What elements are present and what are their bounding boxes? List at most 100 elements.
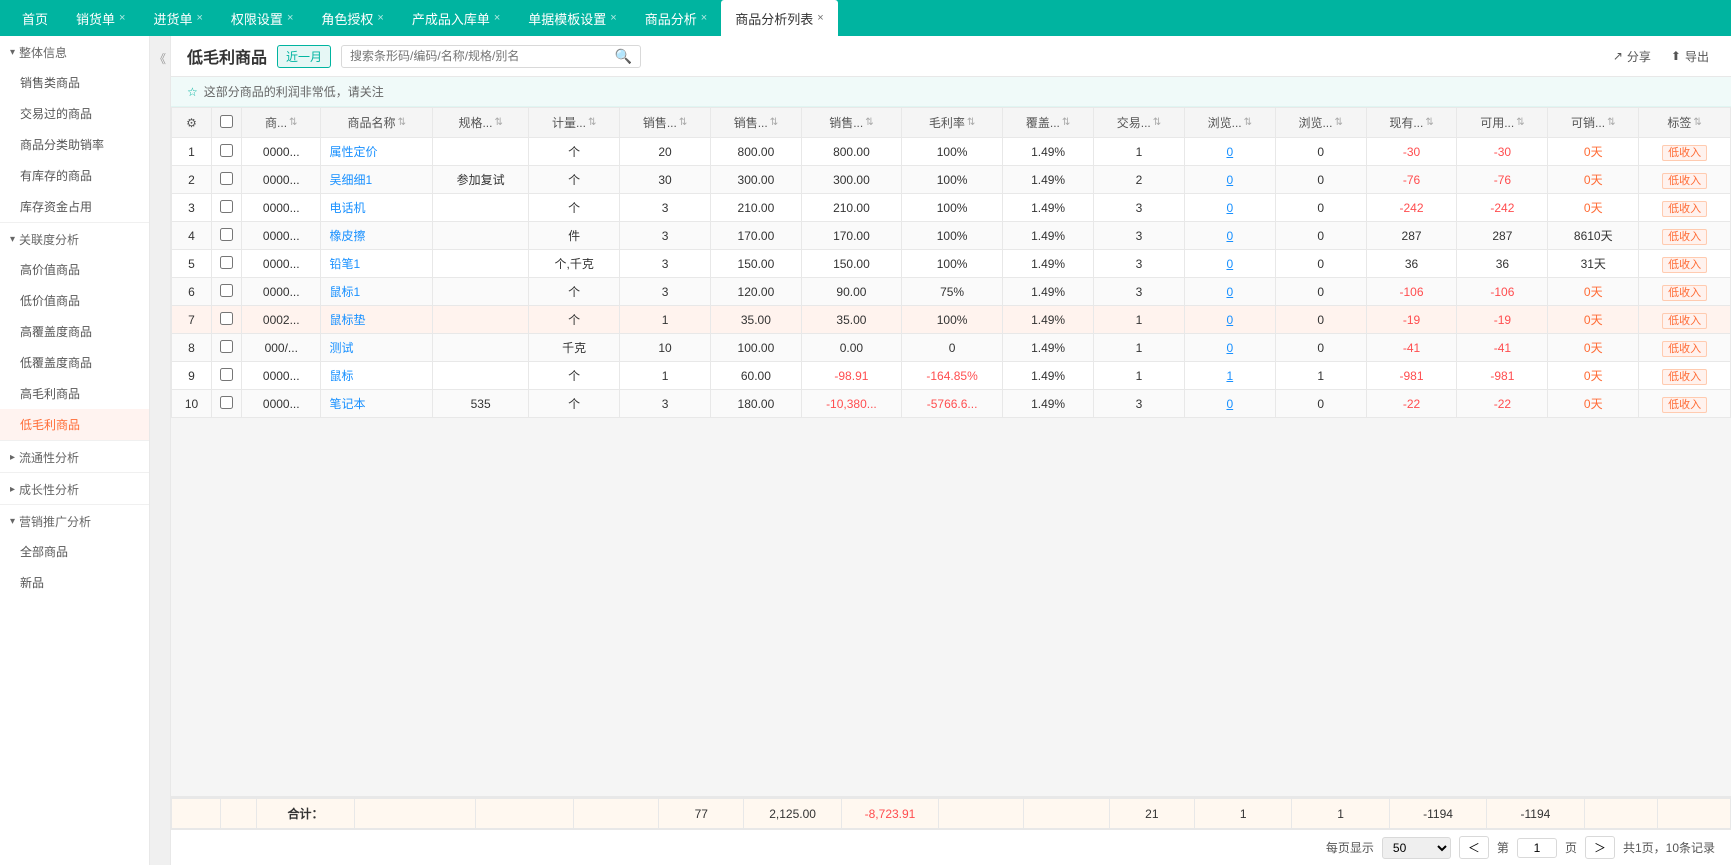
nav-close-icon[interactable]: × (196, 12, 202, 24)
nav-close-icon[interactable]: × (287, 12, 293, 24)
row-name[interactable]: 鼠标1 (321, 278, 433, 306)
sort-gross-rate[interactable]: 毛利率⇅ (929, 114, 975, 131)
row-name[interactable]: 笔记本 (321, 390, 433, 418)
sidebar-section-title-correlation[interactable]: ▾ 关联度分析 (0, 223, 149, 254)
row-name[interactable]: 鼠标 (321, 362, 433, 390)
nav-close-icon[interactable]: × (377, 12, 383, 24)
nav-permission-setting[interactable]: 权限设置 × (217, 0, 307, 36)
share-button[interactable]: ↗ 分享 (1607, 45, 1657, 68)
sidebar-collapse-button[interactable]: 《 (150, 46, 170, 71)
sort-view1[interactable]: 浏览...⇅ (1208, 114, 1252, 131)
nav-product-analysis[interactable]: 商品分析 × (631, 0, 721, 36)
time-filter-button[interactable]: 近一月 (277, 45, 331, 68)
sidebar-item-sales-products[interactable]: 销售类商品 (0, 67, 149, 98)
sort-unit[interactable]: 计量...⇅ (552, 114, 596, 131)
next-page-button[interactable]: ＞ (1585, 836, 1615, 859)
th-cover-rate[interactable]: 覆盖...⇅ (1003, 108, 1094, 138)
nav-close-icon[interactable]: × (119, 12, 125, 24)
row-checkbox[interactable] (220, 200, 233, 213)
page-size-select[interactable]: 50 100 200 (1382, 837, 1451, 859)
row-view1[interactable]: 0 (1184, 278, 1275, 306)
sidebar-section-title-liquidity[interactable]: ▸ 流通性分析 (0, 441, 149, 472)
sidebar-section-title-overall[interactable]: ▾ 整体信息 (0, 36, 149, 67)
th-settings[interactable]: ⚙ (172, 108, 212, 138)
row-view1[interactable]: 1 (1184, 362, 1275, 390)
nav-template-setting[interactable]: 单据模板设置 × (514, 0, 630, 36)
sidebar-section-title-marketing[interactable]: ▾ 营销推广分析 (0, 505, 149, 536)
sidebar-item-high-value[interactable]: 高价值商品 (0, 254, 149, 285)
row-view1[interactable]: 0 (1184, 306, 1275, 334)
sort-code[interactable]: 商...⇅ (265, 114, 297, 131)
row-name[interactable]: 鼠标垫 (321, 306, 433, 334)
search-input[interactable] (350, 49, 615, 63)
row-view1[interactable]: 0 (1184, 334, 1275, 362)
sidebar-item-traded-products[interactable]: 交易过的商品 (0, 98, 149, 129)
th-name[interactable]: 商品名称⇅ (321, 108, 433, 138)
sidebar-section-title-growth[interactable]: ▸ 成长性分析 (0, 473, 149, 504)
row-name[interactable]: 测试 (321, 334, 433, 362)
sort-available[interactable]: 可用...⇅ (1480, 114, 1524, 131)
th-view1[interactable]: 浏览...⇅ (1184, 108, 1275, 138)
th-available[interactable]: 可用...⇅ (1457, 108, 1548, 138)
row-checkbox[interactable] (220, 396, 233, 409)
th-view2[interactable]: 浏览...⇅ (1275, 108, 1366, 138)
row-checkbox[interactable] (220, 256, 233, 269)
row-view1[interactable]: 0 (1184, 222, 1275, 250)
sidebar-item-new-products[interactable]: 新品 (0, 567, 149, 598)
row-checkbox[interactable] (220, 368, 233, 381)
row-name[interactable]: 橡皮擦 (321, 222, 433, 250)
th-code[interactable]: 商...⇅ (242, 108, 321, 138)
nav-product-in[interactable]: 产成品入库单 × (398, 0, 514, 36)
sidebar-item-high-margin[interactable]: 高毛利商品 (0, 378, 149, 409)
sort-sellable[interactable]: 可销...⇅ (1571, 114, 1615, 131)
nav-close-icon[interactable]: × (494, 12, 500, 24)
sort-current-stock[interactable]: 现有...⇅ (1389, 114, 1433, 131)
sort-name[interactable]: 商品名称⇅ (348, 114, 406, 131)
prev-page-button[interactable]: ＜ (1459, 836, 1489, 859)
row-view1[interactable]: 0 (1184, 194, 1275, 222)
row-checkbox[interactable] (220, 312, 233, 325)
row-checkbox[interactable] (220, 340, 233, 353)
row-name[interactable]: 吴细细1 (321, 166, 433, 194)
nav-home[interactable]: 首页 (8, 0, 62, 36)
nav-product-analysis-list[interactable]: 商品分析列表 × (721, 0, 837, 36)
th-current-stock[interactable]: 现有...⇅ (1366, 108, 1457, 138)
th-sale-num[interactable]: 销售...⇅ (620, 108, 711, 138)
sidebar-item-in-stock[interactable]: 有库存的商品 (0, 160, 149, 191)
sort-tag[interactable]: 标签⇅ (1667, 114, 1701, 131)
th-spec[interactable]: 规格...⇅ (433, 108, 529, 138)
sort-sale-amount[interactable]: 销售...⇅ (734, 114, 778, 131)
th-gross-rate[interactable]: 毛利率⇅ (902, 108, 1003, 138)
sort-trade-num[interactable]: 交易...⇅ (1117, 114, 1161, 131)
sidebar-item-high-coverage[interactable]: 高覆盖度商品 (0, 316, 149, 347)
sort-sale-profit[interactable]: 销售...⇅ (829, 114, 873, 131)
select-all-checkbox[interactable] (220, 115, 233, 128)
nav-sales-order[interactable]: 销货单 × (62, 0, 139, 36)
row-name[interactable]: 属性定价 (321, 138, 433, 166)
sort-view2[interactable]: 浏览...⇅ (1298, 114, 1342, 131)
page-number-input[interactable] (1517, 838, 1557, 858)
row-name[interactable]: 电话机 (321, 194, 433, 222)
nav-close-icon[interactable]: × (701, 12, 707, 24)
row-view1[interactable]: 0 (1184, 138, 1275, 166)
row-checkbox[interactable] (220, 284, 233, 297)
sort-cover-rate[interactable]: 覆盖...⇅ (1026, 114, 1070, 131)
nav-purchase-order[interactable]: 进货单 × (139, 0, 216, 36)
th-sale-profit[interactable]: 销售...⇅ (801, 108, 901, 138)
row-checkbox[interactable] (220, 228, 233, 241)
nav-close-icon[interactable]: × (817, 12, 823, 24)
row-view1[interactable]: 0 (1184, 390, 1275, 418)
th-unit[interactable]: 计量...⇅ (529, 108, 620, 138)
row-view1[interactable]: 0 (1184, 166, 1275, 194)
sidebar-item-low-coverage[interactable]: 低覆盖度商品 (0, 347, 149, 378)
th-sellable[interactable]: 可销...⇅ (1548, 108, 1639, 138)
row-checkbox[interactable] (220, 144, 233, 157)
th-tag[interactable]: 标签⇅ (1639, 108, 1731, 138)
sidebar-item-low-value[interactable]: 低价值商品 (0, 285, 149, 316)
sort-sale-num[interactable]: 销售...⇅ (643, 114, 687, 131)
sidebar-item-low-margin[interactable]: 低毛利商品 (0, 409, 149, 440)
export-button[interactable]: ⬆ 导出 (1665, 45, 1715, 68)
th-sale-amount[interactable]: 销售...⇅ (710, 108, 801, 138)
sidebar-item-capital-usage[interactable]: 库存资金占用 (0, 191, 149, 222)
row-name[interactable]: 铅笔1 (321, 250, 433, 278)
